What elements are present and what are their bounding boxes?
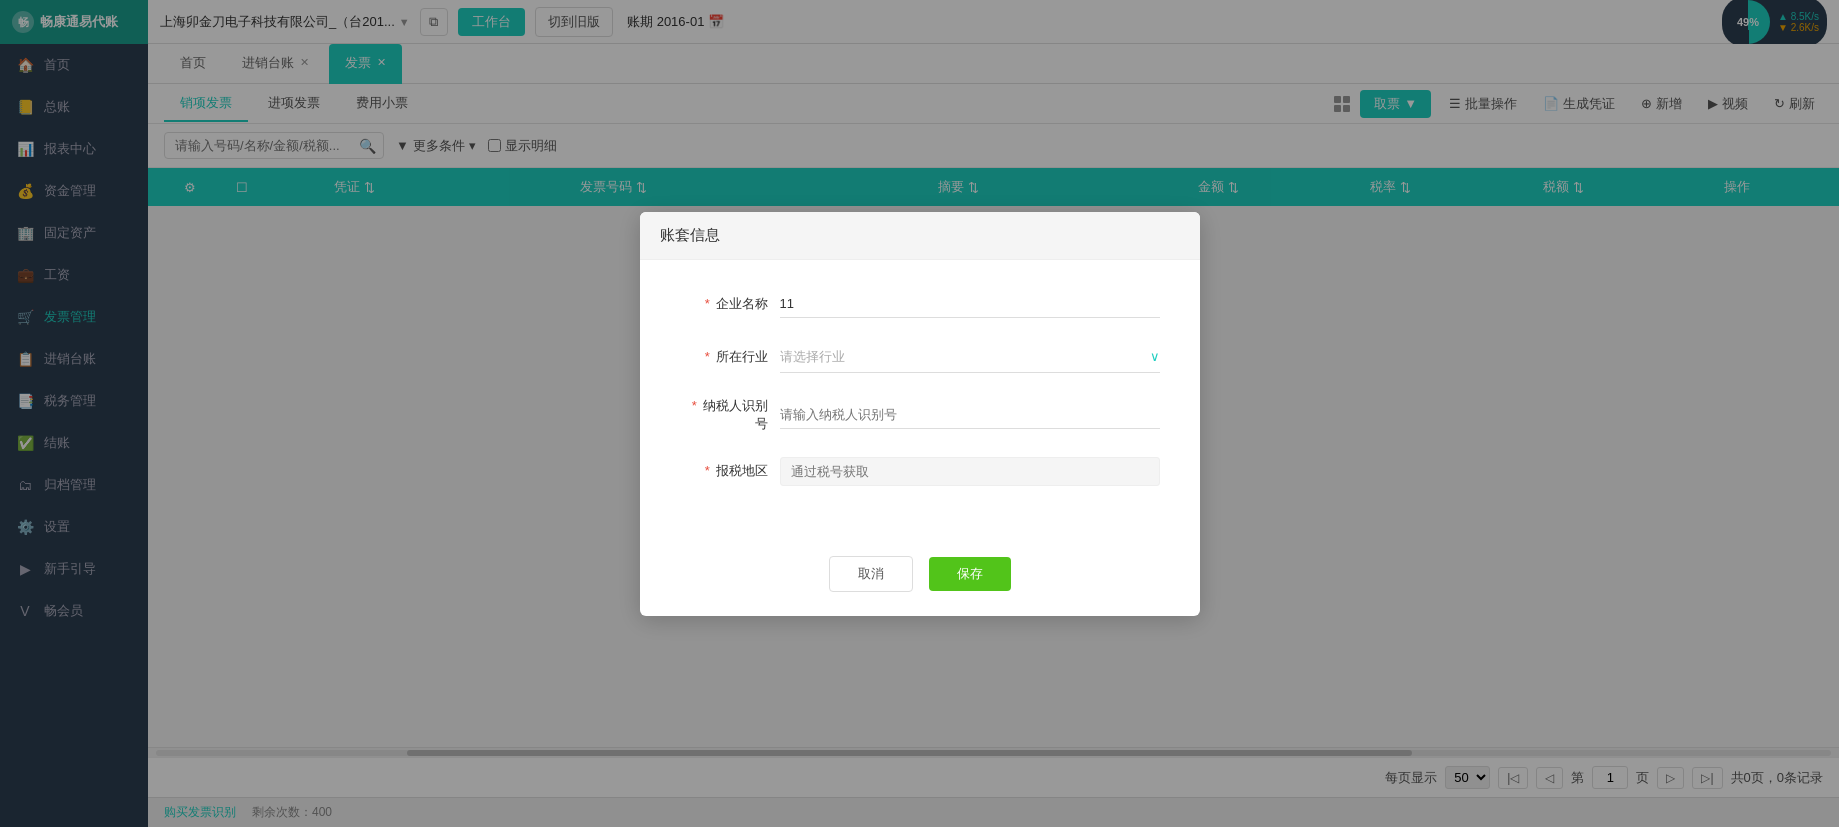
company-name-input[interactable]: [780, 290, 1160, 318]
required-star: *: [705, 349, 710, 364]
required-star: *: [705, 463, 710, 478]
required-star: *: [705, 296, 710, 311]
required-star: *: [692, 398, 697, 413]
tax-region-label: * 报税地区: [680, 462, 780, 480]
company-name-label: * 企业名称: [680, 295, 780, 313]
save-button[interactable]: 保存: [929, 557, 1011, 591]
form-row-tax-region: * 报税地区: [680, 457, 1160, 486]
tax-id-label: * 纳税人识别号: [680, 397, 780, 433]
modal-title: 账套信息: [640, 212, 1200, 260]
form-row-tax-id: * 纳税人识别号: [680, 397, 1160, 433]
industry-placeholder: 请选择行业: [780, 348, 845, 366]
modal-body: * 企业名称 * 所在行业 请选择行业 ∨ *: [640, 260, 1200, 540]
tax-id-input[interactable]: [780, 401, 1160, 429]
cancel-button[interactable]: 取消: [829, 556, 913, 592]
tax-region-input: [780, 457, 1160, 486]
modal-footer: 取消 保存: [640, 540, 1200, 616]
account-info-modal: 账套信息 * 企业名称 * 所在行业 请选择行业 ∨: [640, 212, 1200, 616]
modal-overlay: 账套信息 * 企业名称 * 所在行业 请选择行业 ∨: [0, 0, 1839, 827]
industry-chevron-icon: ∨: [1150, 349, 1160, 364]
industry-select[interactable]: 请选择行业 ∨: [780, 342, 1160, 373]
form-row-industry: * 所在行业 请选择行业 ∨: [680, 342, 1160, 373]
industry-label: * 所在行业: [680, 348, 780, 366]
form-row-company: * 企业名称: [680, 290, 1160, 318]
